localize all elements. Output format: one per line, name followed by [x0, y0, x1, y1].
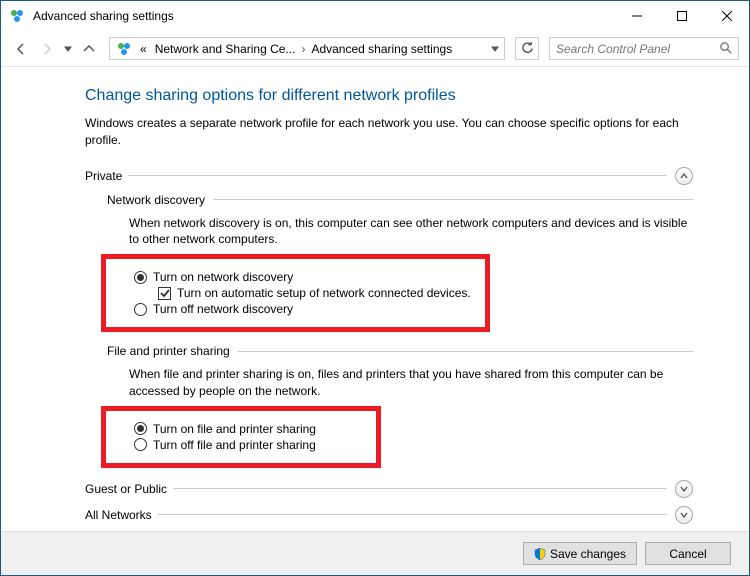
breadcrumb-sep-1: ›: [301, 42, 305, 56]
save-button[interactable]: Save changes: [523, 542, 637, 565]
section-guest-label: Guest or Public: [85, 482, 167, 496]
breadcrumb[interactable]: « Network and Sharing Ce... › Advanced s…: [109, 37, 505, 60]
divider: [173, 488, 667, 489]
checkbox-icon: [158, 287, 171, 300]
chevron-down-icon[interactable]: [675, 480, 693, 498]
radio-nd-off-label: Turn off network discovery: [153, 302, 293, 316]
back-button[interactable]: [11, 39, 31, 59]
radio-fp-on-label: Turn on file and printer sharing: [153, 422, 316, 436]
refresh-button[interactable]: [515, 37, 539, 60]
radio-icon: [134, 303, 147, 316]
app-icon: [9, 8, 25, 24]
network-discovery-header: Network discovery: [107, 193, 693, 207]
divider: [213, 199, 693, 200]
up-button[interactable]: [79, 39, 99, 59]
section-all-label: All Networks: [85, 508, 152, 522]
minimize-button[interactable]: [614, 1, 659, 31]
network-discovery-desc: When network discovery is on, this compu…: [129, 215, 693, 249]
chevron-up-icon[interactable]: [675, 167, 693, 185]
radio-nd-on[interactable]: Turn on network discovery: [134, 269, 471, 285]
content-area: Change sharing options for different net…: [1, 67, 749, 531]
divider: [128, 175, 667, 176]
forward-button[interactable]: [37, 39, 57, 59]
history-dropdown[interactable]: [63, 39, 73, 59]
network-discovery-label: Network discovery: [107, 193, 205, 207]
network-discovery-options: Turn on network discovery Turn on automa…: [101, 254, 490, 332]
window-frame: Advanced sharing settings « Network and …: [0, 0, 750, 576]
shield-icon: [534, 548, 546, 560]
chevron-down-icon[interactable]: [675, 506, 693, 524]
radio-nd-off[interactable]: Turn off network discovery: [134, 301, 471, 317]
titlebar: Advanced sharing settings: [1, 1, 749, 31]
cancel-button[interactable]: Cancel: [645, 542, 731, 565]
file-printer-desc: When file and printer sharing is on, fil…: [129, 366, 693, 400]
footer: Save changes Cancel: [1, 531, 749, 575]
search-placeholder: Search Control Panel: [556, 42, 719, 56]
search-input[interactable]: Search Control Panel: [549, 37, 739, 60]
save-button-label: Save changes: [550, 547, 626, 561]
maximize-button[interactable]: [659, 1, 704, 31]
section-all-header[interactable]: All Networks: [85, 506, 693, 524]
radio-icon: [134, 438, 147, 451]
window-title: Advanced sharing settings: [33, 9, 614, 23]
radio-icon: [134, 271, 147, 284]
divider: [158, 514, 667, 515]
divider: [238, 351, 693, 352]
breadcrumb-seg-2[interactable]: Advanced sharing settings: [307, 42, 456, 56]
page-heading: Change sharing options for different net…: [85, 87, 693, 105]
page-description: Windows creates a separate network profi…: [85, 115, 693, 149]
radio-fp-on[interactable]: Turn on file and printer sharing: [134, 421, 362, 437]
subsection-network-discovery: Network discovery When network discovery…: [107, 193, 693, 333]
section-private-header[interactable]: Private: [85, 167, 693, 185]
breadcrumb-dropdown[interactable]: [491, 42, 502, 56]
subsection-file-printer: File and printer sharing When file and p…: [107, 344, 693, 468]
file-printer-options: Turn on file and printer sharing Turn of…: [101, 406, 381, 468]
breadcrumb-prefix[interactable]: «: [136, 42, 151, 56]
cancel-button-label: Cancel: [669, 547, 706, 561]
window-controls: [614, 1, 749, 31]
close-button[interactable]: [704, 1, 749, 31]
file-printer-label: File and printer sharing: [107, 344, 230, 358]
checkbox-auto-setup[interactable]: Turn on automatic setup of network conne…: [158, 285, 471, 301]
radio-nd-on-label: Turn on network discovery: [153, 270, 293, 284]
breadcrumb-icon: [116, 41, 132, 57]
section-guest-header[interactable]: Guest or Public: [85, 480, 693, 498]
navigation-bar: « Network and Sharing Ce... › Advanced s…: [1, 31, 749, 67]
radio-fp-off-label: Turn off file and printer sharing: [153, 438, 316, 452]
file-printer-header: File and printer sharing: [107, 344, 693, 358]
radio-icon: [134, 422, 147, 435]
breadcrumb-seg-1[interactable]: Network and Sharing Ce...: [151, 42, 300, 56]
checkbox-auto-setup-label: Turn on automatic setup of network conne…: [177, 286, 471, 300]
section-private-label: Private: [85, 169, 122, 183]
search-icon: [719, 41, 732, 57]
radio-fp-off[interactable]: Turn off file and printer sharing: [134, 437, 362, 453]
